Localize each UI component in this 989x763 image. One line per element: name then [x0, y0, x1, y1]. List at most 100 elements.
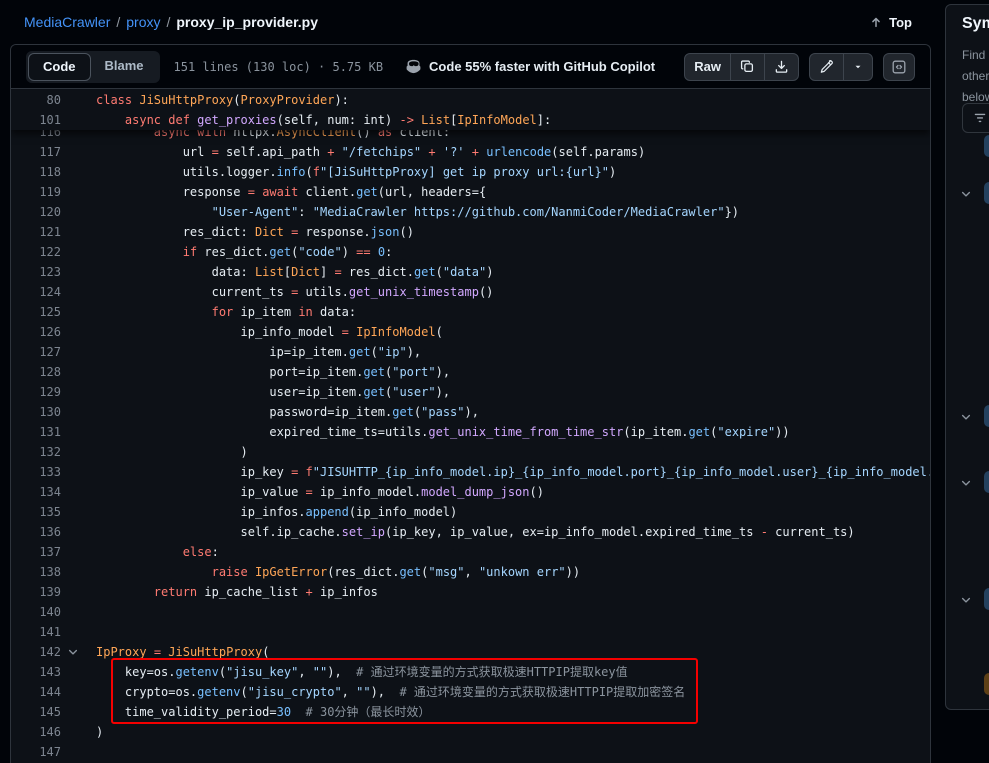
code-text: ip_info_model = IpInfoModel( — [81, 322, 443, 342]
code-line: 140 — [11, 602, 930, 622]
copy-button[interactable] — [730, 54, 764, 80]
line-number[interactable]: 119 — [11, 182, 61, 202]
code-line: 144 crypto=os.getenv("jisu_crypto", ""),… — [11, 682, 930, 702]
line-number[interactable]: 138 — [11, 562, 61, 582]
code-text: expired_time_ts=utils.get_unix_time_from… — [81, 422, 790, 442]
line-number[interactable]: 129 — [11, 382, 61, 402]
symbol-kind-icon[interactable] — [984, 405, 989, 427]
line-number[interactable]: 126 — [11, 322, 61, 342]
symbol-expand-chevron-icon[interactable] — [958, 186, 974, 202]
code-line: 145 time_validity_period=30 # 30分钟（最长时效） — [11, 702, 930, 722]
code-text: ip_value = ip_info_model.model_dump_json… — [81, 482, 544, 502]
symbol-kind-icon[interactable] — [984, 471, 989, 493]
code-text: password=ip_item.get("pass"), — [81, 402, 479, 422]
sticky-code-line: 101 async def get_proxies(self, num: int… — [11, 110, 930, 130]
edit-button[interactable] — [810, 54, 843, 80]
symbols-panel-description: Find definitions and references for func… — [962, 45, 989, 108]
line-number[interactable]: 147 — [11, 742, 61, 762]
line-number[interactable]: 101 — [11, 110, 61, 130]
code-lines: 116 async with httpx.AsyncClient() as cl… — [11, 122, 930, 762]
code-text: time_validity_period=30 # 30分钟（最长时效） — [81, 702, 430, 722]
line-number[interactable]: 118 — [11, 162, 61, 182]
symbol-kind-icon[interactable] — [984, 182, 989, 204]
line-number[interactable]: 123 — [11, 262, 61, 282]
arrow-up-icon — [869, 15, 883, 29]
code-line: 143 key=os.getenv("jisu_key", ""), # 通过环… — [11, 662, 930, 682]
line-number[interactable]: 127 — [11, 342, 61, 362]
code-text: url = self.api_path + "/fetchips" + '?' … — [81, 142, 645, 162]
copilot-banner: Code 55% faster with GitHub Copilot — [405, 58, 655, 75]
code-line: 136 self.ip_cache.set_ip(ip_key, ip_valu… — [11, 522, 930, 542]
breadcrumb-separator: / — [166, 14, 170, 30]
symbol-kind-icon[interactable] — [984, 135, 989, 157]
code-text: raise IpGetError(res_dict.get("msg", "un… — [81, 562, 580, 582]
symbol-expand-chevron-icon[interactable] — [958, 409, 974, 425]
code-text: return ip_cache_list + ip_infos — [81, 582, 378, 602]
edit-group — [809, 53, 873, 81]
edit-dropdown-button[interactable] — [843, 54, 872, 80]
file-toolbar: Code Blame 151 lines (130 loc) · 5.75 KB… — [11, 45, 930, 89]
filter-symbols-button[interactable] — [962, 103, 989, 133]
raw-copy-download-group: Raw — [684, 53, 799, 81]
line-number[interactable]: 120 — [11, 202, 61, 222]
line-number[interactable]: 117 — [11, 142, 61, 162]
download-button[interactable] — [764, 54, 798, 80]
code-text: ip_infos.append(ip_info_model) — [81, 502, 457, 522]
line-number[interactable]: 125 — [11, 302, 61, 322]
code-text — [81, 602, 96, 622]
line-number[interactable]: 135 — [11, 502, 61, 522]
line-number[interactable]: 80 — [11, 90, 61, 110]
line-number[interactable]: 139 — [11, 582, 61, 602]
line-number[interactable]: 141 — [11, 622, 61, 642]
line-number[interactable]: 121 — [11, 222, 61, 242]
code-text: ip=ip_item.get("ip"), — [81, 342, 421, 362]
line-number[interactable]: 136 — [11, 522, 61, 542]
code-line: 138 raise IpGetError(res_dict.get("msg",… — [11, 562, 930, 582]
code-text: current_ts = utils.get_unix_timestamp() — [81, 282, 493, 302]
line-number[interactable]: 130 — [11, 402, 61, 422]
code-text — [81, 622, 96, 642]
scroll-to-top-button[interactable]: Top — [869, 15, 912, 30]
line-number[interactable]: 132 — [11, 442, 61, 462]
line-number[interactable]: 137 — [11, 542, 61, 562]
code-blame-switcher: Code Blame — [26, 51, 160, 83]
symbol-kind-icon[interactable] — [984, 673, 989, 695]
breadcrumb-repo-link[interactable]: MediaCrawler — [24, 14, 110, 30]
line-number[interactable]: 142 — [11, 642, 61, 662]
symbols-panel-toggle-button[interactable] — [883, 53, 915, 81]
line-number[interactable]: 146 — [11, 722, 61, 742]
symbol-expand-chevron-icon[interactable] — [958, 592, 974, 608]
symbols-panel: Symbols Find definitions and references … — [945, 4, 989, 710]
line-number[interactable]: 128 — [11, 362, 61, 382]
code-line: 125 for ip_item in data: — [11, 302, 930, 322]
code-text: ip_key = f"JISUHTTP_{ip_info_model.ip}_{… — [81, 462, 930, 482]
collapse-chevron-icon[interactable] — [65, 642, 81, 662]
line-number[interactable]: 133 — [11, 462, 61, 482]
symbol-kind-icon[interactable] — [984, 588, 989, 610]
line-number[interactable]: 140 — [11, 602, 61, 622]
tab-code[interactable]: Code — [28, 53, 91, 81]
code-text: res_dict: Dict = response.json() — [81, 222, 414, 242]
code-text: ) — [81, 442, 248, 462]
pencil-icon — [819, 59, 834, 74]
code-line: 135 ip_infos.append(ip_info_model) — [11, 502, 930, 522]
code-line: 130 password=ip_item.get("pass"), — [11, 402, 930, 422]
line-number[interactable]: 134 — [11, 482, 61, 502]
line-number[interactable]: 143 — [11, 662, 61, 682]
code-text: utils.logger.info(f"[JiSuHttpProxy] get … — [81, 162, 616, 182]
code-line: 119 response = await client.get(url, hea… — [11, 182, 930, 202]
code-text: user=ip_item.get("user"), — [81, 382, 450, 402]
raw-button[interactable]: Raw — [685, 54, 730, 80]
code-text: if res_dict.get("code") == 0: — [81, 242, 392, 262]
breadcrumb-folder-link[interactable]: proxy — [126, 14, 160, 30]
line-number[interactable]: 131 — [11, 422, 61, 442]
line-number[interactable]: 145 — [11, 702, 61, 722]
symbol-expand-chevron-icon[interactable] — [958, 475, 974, 491]
line-number[interactable]: 122 — [11, 242, 61, 262]
code-text: port=ip_item.get("port"), — [81, 362, 450, 382]
code-line: 129 user=ip_item.get("user"), — [11, 382, 930, 402]
line-number[interactable]: 124 — [11, 282, 61, 302]
line-number[interactable]: 144 — [11, 682, 61, 702]
code-text: class JiSuHttpProxy(ProxyProvider): — [81, 90, 349, 110]
tab-blame[interactable]: Blame — [91, 53, 158, 81]
